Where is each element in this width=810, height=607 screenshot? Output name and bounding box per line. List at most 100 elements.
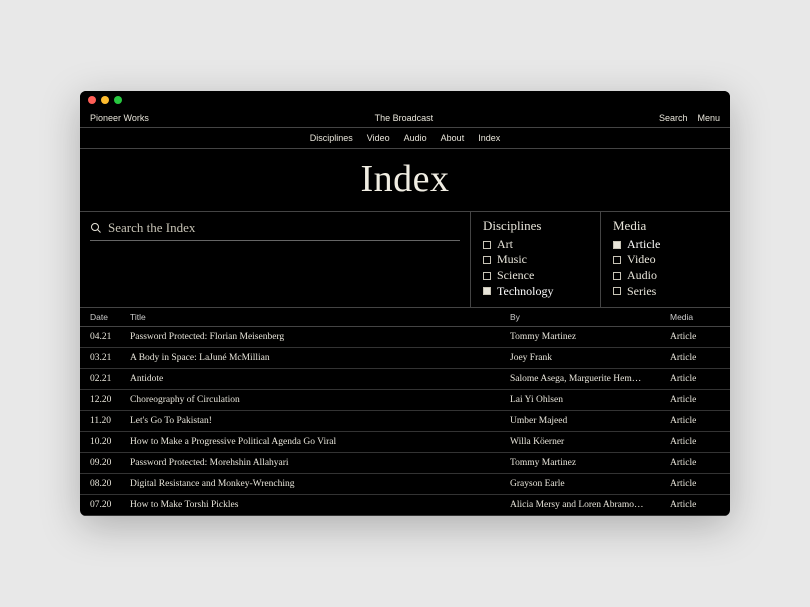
cell-title: A Body in Space: LaJuné McMillian: [130, 353, 510, 363]
table-row[interactable]: 12.20Choreography of CirculationLai Yi O…: [80, 390, 730, 411]
checkbox-icon: [483, 272, 491, 280]
search-icon: [90, 222, 102, 234]
table-header: Date Title By Media: [80, 308, 730, 327]
col-header-media[interactable]: Media: [670, 312, 720, 322]
window-maximize-button[interactable]: [114, 96, 122, 104]
facet-label: Audio: [627, 268, 657, 284]
window-titlebar: [80, 91, 730, 109]
cell-title: Password Protected: Florian Meisenberg: [130, 332, 510, 342]
cell-by: Tommy Martinez: [510, 332, 670, 342]
cell-media: Article: [670, 479, 720, 489]
search-input[interactable]: [108, 220, 460, 236]
topbar-actions: Search Menu: [659, 113, 720, 123]
table-row[interactable]: 07.20How to Make Torshi PicklesAlicia Me…: [80, 495, 730, 516]
site-topbar: Pioneer Works The Broadcast Search Menu: [80, 109, 730, 128]
facet-disciplines: Disciplines Art Music Science Technology: [470, 212, 600, 307]
nav-item-about[interactable]: About: [441, 133, 465, 143]
cell-media: Article: [670, 437, 720, 447]
nav-item-index[interactable]: Index: [478, 133, 500, 143]
site-name[interactable]: Pioneer Works: [90, 113, 149, 123]
facet-label: Article: [627, 237, 660, 253]
table-row[interactable]: 04.21Password Protected: Florian Meisenb…: [80, 327, 730, 348]
nav-item-audio[interactable]: Audio: [404, 133, 427, 143]
cell-title: Digital Resistance and Monkey-Wrenching: [130, 479, 510, 489]
menu-link[interactable]: Menu: [697, 113, 720, 123]
facet-label: Science: [497, 268, 534, 284]
search-link[interactable]: Search: [659, 113, 688, 123]
facet-item-audio[interactable]: Audio: [613, 268, 718, 284]
col-header-by[interactable]: By: [510, 312, 670, 322]
facet-label: Series: [627, 284, 656, 300]
cell-by: Alicia Mersy and Loren Abramo…: [510, 500, 670, 510]
table-row[interactable]: 08.20Digital Resistance and Monkey-Wrenc…: [80, 474, 730, 495]
cell-title: Choreography of Circulation: [130, 395, 510, 405]
facet-label: Music: [497, 252, 527, 268]
facet-item-music[interactable]: Music: [483, 252, 588, 268]
cell-by: Grayson Earle: [510, 479, 670, 489]
search-column: [80, 212, 470, 307]
table-row[interactable]: 10.20How to Make a Progressive Political…: [80, 432, 730, 453]
facet-heading-media: Media: [613, 218, 718, 234]
facet-item-art[interactable]: Art: [483, 237, 588, 253]
page-title: Index: [80, 149, 730, 212]
cell-by: Willa Köerner: [510, 437, 670, 447]
cell-date: 07.20: [90, 500, 130, 510]
window-minimize-button[interactable]: [101, 96, 109, 104]
window-close-button[interactable]: [88, 96, 96, 104]
cell-by: Joey Frank: [510, 353, 670, 363]
cell-date: 12.20: [90, 395, 130, 405]
col-header-title[interactable]: Title: [130, 312, 510, 322]
page-content: Pioneer Works The Broadcast Search Menu …: [80, 109, 730, 516]
nav-item-disciplines[interactable]: Disciplines: [310, 133, 353, 143]
facet-item-technology[interactable]: Technology: [483, 284, 588, 300]
facet-label: Video: [627, 252, 656, 268]
cell-title: Let's Go To Pakistan!: [130, 416, 510, 426]
table-row[interactable]: 02.21AntidoteSalome Asega, Marguerite He…: [80, 369, 730, 390]
checkbox-icon: [613, 241, 621, 249]
cell-by: Umber Majeed: [510, 416, 670, 426]
cell-by: Tommy Martinez: [510, 458, 670, 468]
checkbox-icon: [613, 287, 621, 295]
cell-date: 08.20: [90, 479, 130, 489]
checkbox-icon: [613, 256, 621, 264]
cell-media: Article: [670, 353, 720, 363]
cell-title: How to Make a Progressive Political Agen…: [130, 437, 510, 447]
facet-item-science[interactable]: Science: [483, 268, 588, 284]
cell-title: Antidote: [130, 374, 510, 384]
cell-media: Article: [670, 458, 720, 468]
facet-item-article[interactable]: Article: [613, 237, 718, 253]
checkbox-icon: [613, 272, 621, 280]
browser-window: Pioneer Works The Broadcast Search Menu …: [80, 91, 730, 516]
section-title[interactable]: The Broadcast: [375, 113, 434, 123]
cell-date: 09.20: [90, 458, 130, 468]
table-row[interactable]: 11.20Let's Go To Pakistan!Umber MajeedAr…: [80, 411, 730, 432]
cell-date: 11.20: [90, 416, 130, 426]
cell-title: How to Make Torshi Pickles: [130, 500, 510, 510]
checkbox-icon: [483, 287, 491, 295]
facet-item-video[interactable]: Video: [613, 252, 718, 268]
facet-label: Art: [497, 237, 513, 253]
cell-date: 04.21: [90, 332, 130, 342]
cell-date: 10.20: [90, 437, 130, 447]
table-row[interactable]: 09.20Password Protected: Morehshin Allah…: [80, 453, 730, 474]
cell-date: 03.21: [90, 353, 130, 363]
cell-title: Password Protected: Morehshin Allahyari: [130, 458, 510, 468]
cell-date: 02.21: [90, 374, 130, 384]
primary-nav: Disciplines Video Audio About Index: [80, 128, 730, 149]
cell-by: Lai Yi Ohlsen: [510, 395, 670, 405]
cell-media: Article: [670, 395, 720, 405]
nav-item-video[interactable]: Video: [367, 133, 390, 143]
cell-media: Article: [670, 374, 720, 384]
cell-media: Article: [670, 332, 720, 342]
facet-label: Technology: [497, 284, 553, 300]
col-header-date[interactable]: Date: [90, 312, 130, 322]
cell-media: Article: [670, 500, 720, 510]
cell-by: Salome Asega, Marguerite Hem…: [510, 374, 670, 384]
table-row[interactable]: 03.21A Body in Space: LaJuné McMillianJo…: [80, 348, 730, 369]
facet-heading-disciplines: Disciplines: [483, 218, 588, 234]
checkbox-icon: [483, 241, 491, 249]
facet-media: Media Article Video Audio Series: [600, 212, 730, 307]
facet-item-series[interactable]: Series: [613, 284, 718, 300]
table-body: 04.21Password Protected: Florian Meisenb…: [80, 327, 730, 516]
search-wrap: [90, 220, 460, 241]
